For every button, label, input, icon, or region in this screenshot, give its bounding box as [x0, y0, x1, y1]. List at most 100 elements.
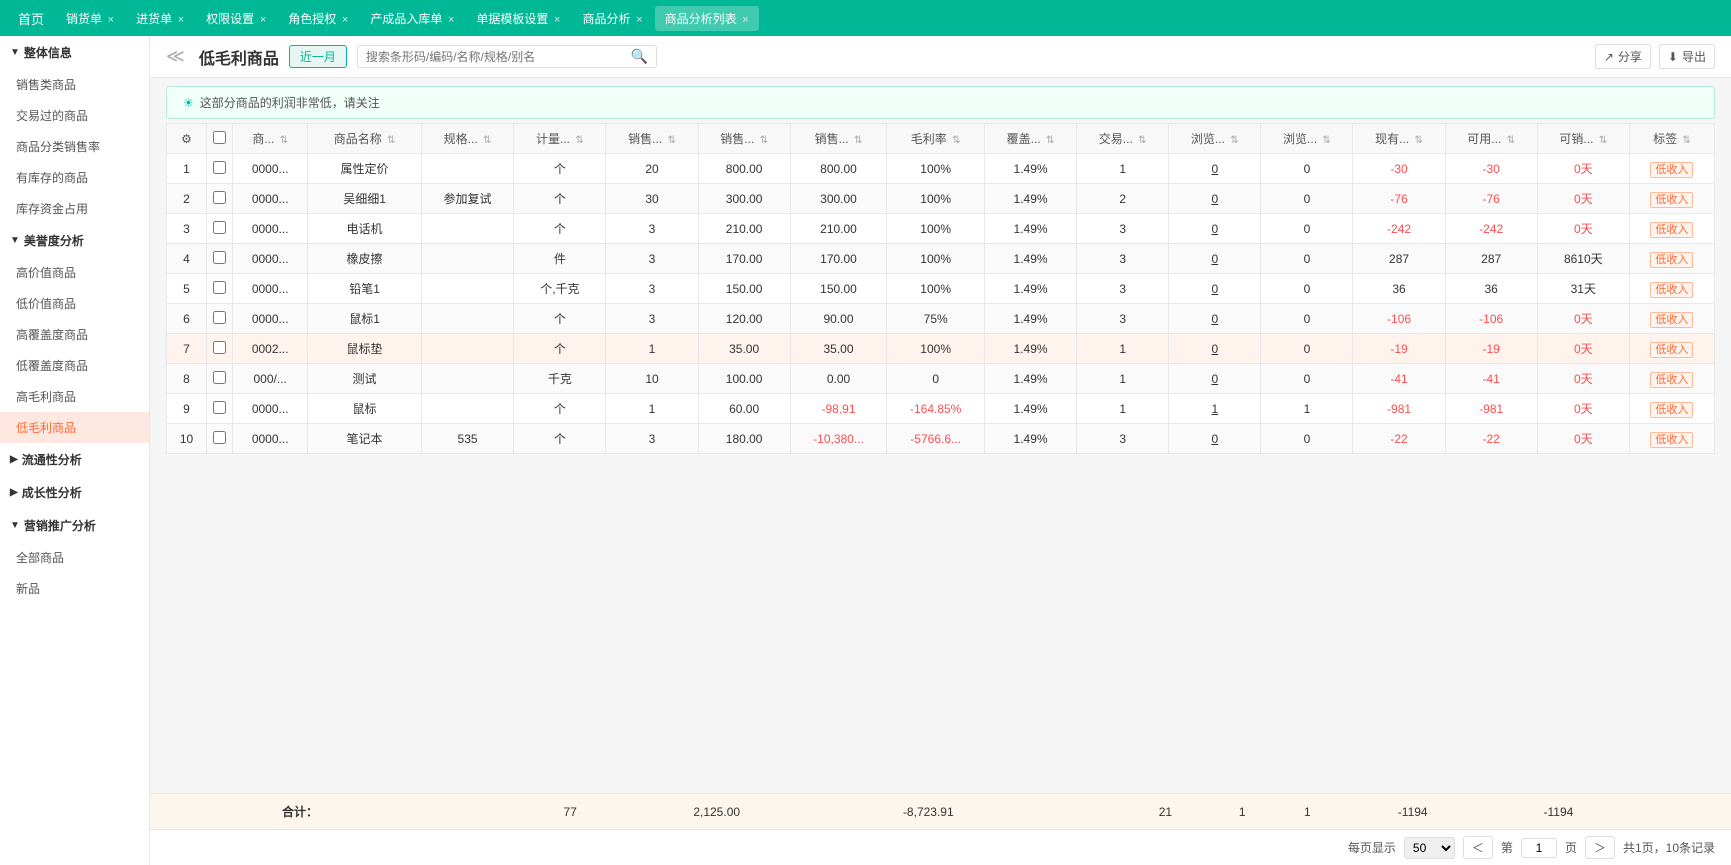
col-tag[interactable]: 标签 ⇅: [1629, 124, 1714, 154]
col-view1[interactable]: 浏览... ⇅: [1169, 124, 1261, 154]
row-view2: 0: [1261, 304, 1353, 334]
sidebar-collapse-btn[interactable]: ≪: [166, 46, 185, 67]
row-tag: 低收入: [1629, 154, 1714, 184]
col-checkbox[interactable]: [206, 124, 232, 154]
col-sellable-days[interactable]: 可销... ⇅: [1537, 124, 1629, 154]
sidebar-group-reputation[interactable]: ▼ 美誉度分析: [0, 224, 149, 257]
per-page-select[interactable]: 50 20 100: [1404, 837, 1455, 859]
col-trade-count[interactable]: 交易... ⇅: [1077, 124, 1169, 154]
top-navigation: 首页 销货单 × 进货单 × 权限设置 × 角色授权 × 产成品入库单 × 单据…: [0, 0, 1731, 36]
col-sales-qty[interactable]: 销售... ⇅: [606, 124, 698, 154]
sidebar-item-stock-fund[interactable]: 库存资金占用: [0, 193, 149, 224]
sidebar-item-high-value[interactable]: 高价值商品: [0, 257, 149, 288]
sidebar-item-low-profit[interactable]: 低毛利商品: [0, 412, 149, 443]
col-name[interactable]: 商品名称 ⇅: [308, 124, 421, 154]
table-wrapper[interactable]: ⚙ 商... ⇅ 商品名称 ⇅ 规格... ⇅ 计量... ⇅ 销售... ⇅ …: [150, 123, 1731, 793]
col-code[interactable]: 商... ⇅: [232, 124, 307, 154]
nav-goods-analysis[interactable]: 商品分析 ×: [572, 6, 652, 31]
row-view1[interactable]: 0: [1169, 304, 1261, 334]
col-current-stock[interactable]: 现有... ⇅: [1353, 124, 1445, 154]
col-sales-profit[interactable]: 销售... ⇅: [790, 124, 887, 154]
sidebar-item-low-coverage[interactable]: 低覆盖度商品: [0, 350, 149, 381]
row-sales-qty: 3: [606, 214, 698, 244]
nav-product-in[interactable]: 产成品入库单 ×: [360, 6, 464, 31]
row-trade-count: 3: [1077, 244, 1169, 274]
row-checkbox[interactable]: [213, 251, 226, 264]
total-current-stock: -1194: [1340, 799, 1486, 824]
table-row: 2 0000... 吴细细1 参加复试 个 30 300.00 300.00 1…: [167, 184, 1715, 214]
row-checkbox[interactable]: [213, 311, 226, 324]
export-button[interactable]: ⬇ 导出: [1659, 44, 1715, 69]
nav-role[interactable]: 角色授权 ×: [278, 6, 358, 31]
sidebar-item-stock-goods[interactable]: 有库存的商品: [0, 162, 149, 193]
row-unit: 个: [514, 304, 606, 334]
row-checkbox[interactable]: [213, 191, 226, 204]
row-checkbox[interactable]: [213, 431, 226, 444]
col-unit[interactable]: 计量... ⇅: [514, 124, 606, 154]
nav-purchase[interactable]: 进货单 ×: [126, 6, 194, 31]
nav-home[interactable]: 首页: [8, 5, 54, 32]
row-view1[interactable]: 0: [1169, 424, 1261, 454]
sidebar-item-high-profit[interactable]: 高毛利商品: [0, 381, 149, 412]
col-spec[interactable]: 规格... ⇅: [421, 124, 514, 154]
row-checkbox[interactable]: [213, 371, 226, 384]
sidebar-item-traded-goods[interactable]: 交易过的商品: [0, 100, 149, 131]
row-current-stock: -22: [1353, 424, 1445, 454]
next-page-btn[interactable]: ＞: [1585, 836, 1615, 859]
row-sellable-days: 0天: [1537, 334, 1629, 364]
row-view1[interactable]: 0: [1169, 184, 1261, 214]
sidebar-group-circulation[interactable]: ▶ 流通性分析: [0, 443, 149, 476]
nav-template[interactable]: 单据模板设置 ×: [466, 6, 570, 31]
row-checkbox[interactable]: [213, 221, 226, 234]
select-all-checkbox[interactable]: [213, 131, 226, 144]
row-view1[interactable]: 0: [1169, 334, 1261, 364]
row-view2: 0: [1261, 244, 1353, 274]
row-view1[interactable]: 0: [1169, 214, 1261, 244]
row-spec: [421, 394, 514, 424]
row-sales-qty: 10: [606, 364, 698, 394]
row-sales-qty: 30: [606, 184, 698, 214]
col-settings[interactable]: ⚙: [167, 124, 207, 154]
sidebar-item-low-value[interactable]: 低价值商品: [0, 288, 149, 319]
sidebar-item-category-rate[interactable]: 商品分类销售率: [0, 131, 149, 162]
row-checkbox[interactable]: [213, 281, 226, 294]
row-view1[interactable]: 0: [1169, 154, 1261, 184]
row-sales-profit: -10,380...: [790, 424, 887, 454]
row-view1[interactable]: 1: [1169, 394, 1261, 424]
col-coverage[interactable]: 覆盖... ⇅: [984, 124, 1076, 154]
sidebar-item-new-goods[interactable]: 新品: [0, 573, 149, 604]
row-checkbox[interactable]: [213, 161, 226, 174]
search-icon[interactable]: 🔍: [630, 48, 647, 65]
col-gross-margin[interactable]: 毛利率 ⇅: [887, 124, 985, 154]
row-view1[interactable]: 0: [1169, 244, 1261, 274]
row-sales-price: 180.00: [698, 424, 790, 454]
sidebar-group-marketing[interactable]: ▼ 营销推广分析: [0, 509, 149, 542]
col-sales-price[interactable]: 销售... ⇅: [698, 124, 790, 154]
row-sales-qty: 3: [606, 274, 698, 304]
page-number-input[interactable]: [1521, 838, 1557, 858]
prev-page-btn[interactable]: ＜: [1463, 836, 1493, 859]
nav-goods-analysis-list[interactable]: 商品分析列表 ×: [655, 6, 759, 31]
sidebar-group-overall[interactable]: ▼ 整体信息: [0, 36, 149, 69]
date-filter-button[interactable]: 近一月: [289, 45, 347, 68]
row-sales-profit: 300.00: [790, 184, 887, 214]
row-view1[interactable]: 0: [1169, 364, 1261, 394]
row-coverage: 1.49%: [984, 184, 1076, 214]
row-gross-margin: 100%: [887, 244, 985, 274]
share-button[interactable]: ↗ 分享: [1595, 44, 1651, 69]
sidebar-item-high-coverage[interactable]: 高覆盖度商品: [0, 319, 149, 350]
nav-permission[interactable]: 权限设置 ×: [196, 6, 276, 31]
row-checkbox[interactable]: [213, 401, 226, 414]
col-available-stock[interactable]: 可用... ⇅: [1445, 124, 1537, 154]
row-name: 橡皮擦: [308, 244, 421, 274]
nav-sales[interactable]: 销货单 ×: [56, 6, 124, 31]
row-current-stock: 36: [1353, 274, 1445, 304]
search-input[interactable]: [366, 50, 631, 64]
row-checkbox[interactable]: [213, 341, 226, 354]
sidebar-item-sales-goods[interactable]: 销售类商品: [0, 69, 149, 100]
col-view2[interactable]: 浏览... ⇅: [1261, 124, 1353, 154]
row-view1[interactable]: 0: [1169, 274, 1261, 304]
sidebar-group-growth[interactable]: ▶ 成长性分析: [0, 476, 149, 509]
sidebar-item-all-goods[interactable]: 全部商品: [0, 542, 149, 573]
table-row: 1 0000... 属性定价 个 20 800.00 800.00 100% 1…: [167, 154, 1715, 184]
